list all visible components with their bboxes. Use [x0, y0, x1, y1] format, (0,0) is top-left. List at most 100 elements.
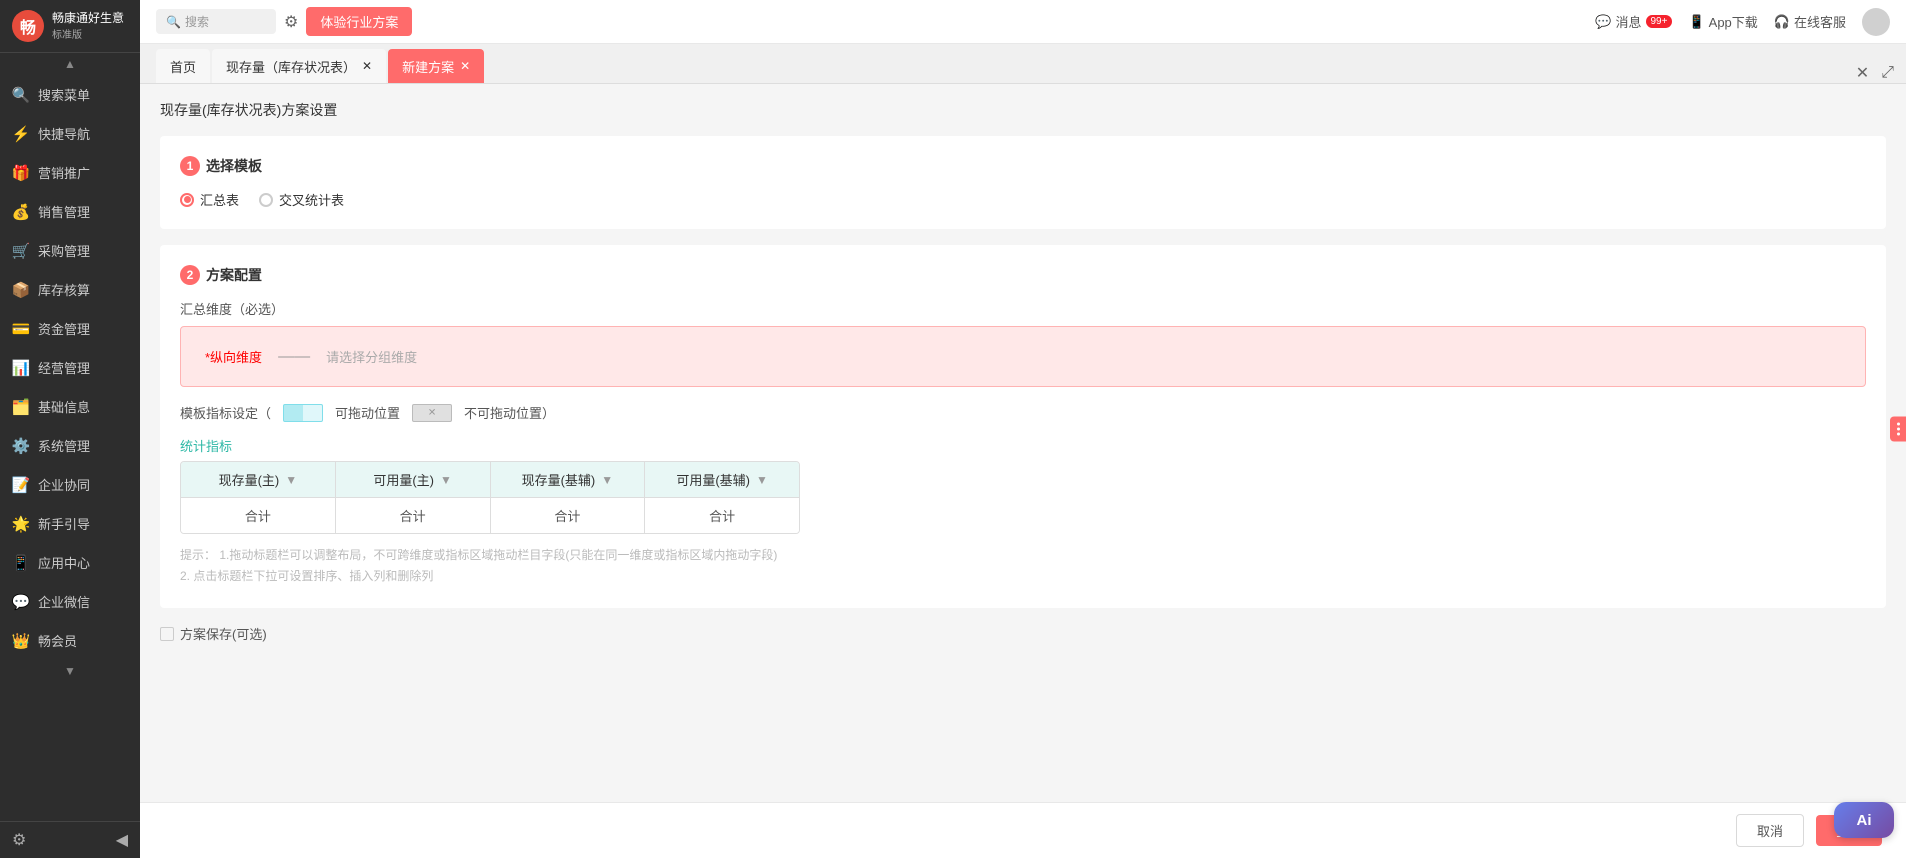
- stats-col-1-label: 可用量(主): [373, 470, 434, 489]
- tab-new-plan-close[interactable]: ✕: [460, 59, 470, 73]
- search-icon: 🔍: [166, 15, 181, 29]
- sidebar-item-basic[interactable]: 🗂️ 基础信息: [0, 387, 140, 426]
- app-download-item[interactable]: 📱 App下载: [1688, 12, 1757, 31]
- section2-title-text: 方案配置: [206, 265, 262, 285]
- cancel-button[interactable]: 取消: [1736, 814, 1804, 847]
- sidebar-item-label: 搜索菜单: [38, 85, 90, 104]
- radio-summary[interactable]: 汇总表: [180, 190, 239, 209]
- apps-icon: 📱: [12, 554, 30, 572]
- dimension-box[interactable]: *纵向维度 —— 请选择分组维度: [180, 326, 1866, 387]
- stats-col-3[interactable]: 可用量(基辅) ▼: [645, 462, 799, 497]
- template-radio-group: 汇总表 交叉统计表: [180, 190, 1866, 209]
- sidebar-item-enterprise[interactable]: 📝 企业协同: [0, 465, 140, 504]
- template-indicator-label2: 可拖动位置: [335, 403, 400, 422]
- tab-home[interactable]: 首页: [156, 49, 210, 83]
- section-select-template: 1 选择模板 汇总表 交叉统计表: [160, 136, 1886, 229]
- sidebar-item-search[interactable]: 🔍 搜索菜单: [0, 75, 140, 114]
- sidebar-item-member[interactable]: 👑 畅会员: [0, 621, 140, 660]
- tip-2: 2. 点击标题栏下拉可设置排序、插入列和删除列: [180, 567, 1866, 584]
- finance-icon: 💳: [12, 320, 30, 338]
- stats-col-2[interactable]: 现存量(基辅) ▼: [491, 462, 646, 497]
- topbar-right: 💬 消息 99+ 📱 App下载 🎧 在线客服: [1595, 8, 1890, 36]
- bottom-bar: 取消 查询: [140, 802, 1906, 858]
- sidebar-item-label: 畅会员: [38, 631, 77, 650]
- right-edge-dot-2: [1897, 428, 1900, 431]
- basic-icon: 🗂️: [12, 398, 30, 416]
- tabbar-controls: ✕ ⤢: [1852, 63, 1906, 83]
- sidebar-item-inventory[interactable]: 📦 库存核算: [0, 270, 140, 309]
- sidebar-item-label: 系统管理: [38, 436, 90, 455]
- radio-cross-label: 交叉统计表: [279, 190, 344, 209]
- radio-cross[interactable]: 交叉统计表: [259, 190, 344, 209]
- sidebar-item-apps[interactable]: 📱 应用中心: [0, 543, 140, 582]
- stats-cell-2: 合计: [491, 498, 646, 533]
- ai-fab-button[interactable]: Ai: [1834, 802, 1894, 838]
- step2-badge: 2: [180, 265, 200, 285]
- sidebar-item-wechat[interactable]: 💬 企业微信: [0, 582, 140, 621]
- save-option-label: 方案保存(可选): [180, 624, 267, 643]
- settings-icon[interactable]: ⚙: [12, 830, 26, 850]
- message-icon: 💬: [1595, 14, 1611, 30]
- chevron-down-icon-0: ▼: [285, 473, 297, 487]
- tab-inventory[interactable]: 现存量（库存状况表） ✕: [212, 49, 386, 83]
- tab-close-btn[interactable]: ✕: [1852, 63, 1873, 83]
- sidebar-item-shortcut[interactable]: ⚡ 快捷导航: [0, 114, 140, 153]
- tab-expand-btn[interactable]: ⤢: [1877, 64, 1898, 82]
- sidebar-item-management[interactable]: 📊 经营管理: [0, 348, 140, 387]
- tab-new-plan[interactable]: 新建方案 ✕: [388, 49, 484, 83]
- enterprise-icon: 📝: [12, 476, 30, 494]
- sidebar-item-purchase[interactable]: 🛒 采购管理: [0, 231, 140, 270]
- online-service-label: 在线客服: [1794, 12, 1846, 31]
- purchase-icon: 🛒: [12, 242, 30, 260]
- sidebar-item-label: 营销推广: [38, 163, 90, 182]
- search-placeholder: 搜索: [185, 13, 209, 30]
- gear-icon[interactable]: ⚙: [284, 12, 298, 32]
- tab-inventory-close[interactable]: ✕: [362, 59, 372, 73]
- bottom-save-option: 方案保存(可选): [160, 624, 1886, 643]
- template-indicator-label3: 不可拖动位置）: [464, 403, 555, 422]
- message-badge: 99+: [1646, 15, 1673, 28]
- dim-required-text: *纵向维度: [205, 347, 262, 366]
- stats-col-1[interactable]: 可用量(主) ▼: [336, 462, 491, 497]
- sidebar-item-marketing[interactable]: 🎁 营销推广: [0, 153, 140, 192]
- sidebar-item-label: 库存核算: [38, 280, 90, 299]
- app-version: 标准版: [52, 26, 124, 41]
- member-icon: 👑: [12, 632, 30, 650]
- tab-inventory-label: 现存量（库存状况表）: [226, 57, 356, 76]
- message-item[interactable]: 💬 消息 99+: [1595, 12, 1672, 31]
- user-avatar[interactable]: [1862, 8, 1890, 36]
- trial-btn[interactable]: 体验行业方案: [306, 7, 412, 36]
- inventory-icon: 📦: [12, 281, 30, 299]
- sidebar-logo: 畅 畅康通好生意 标准版: [0, 0, 140, 53]
- sidebar-item-label: 企业微信: [38, 592, 90, 611]
- sidebar-item-system[interactable]: ⚙️ 系统管理: [0, 426, 140, 465]
- dim-label: 汇总维度（必选）: [180, 299, 1866, 318]
- sidebar-item-sales[interactable]: 💰 销售管理: [0, 192, 140, 231]
- chevron-down-icon-1: ▼: [440, 473, 452, 487]
- app-logo-icon: 畅: [12, 10, 44, 42]
- sidebar-item-finance[interactable]: 💳 资金管理: [0, 309, 140, 348]
- system-icon: ⚙️: [12, 437, 30, 455]
- chevron-down-icon-2: ▼: [601, 473, 613, 487]
- stats-col-0[interactable]: 现存量(主) ▼: [181, 462, 336, 497]
- sidebar-item-label: 企业协同: [38, 475, 90, 494]
- sidebar-item-newbie[interactable]: 🌟 新手引导: [0, 504, 140, 543]
- sidebar: 畅 畅康通好生意 标准版 ▲ 🔍 搜索菜单 ⚡ 快捷导航 🎁 营销推广 💰 销售…: [0, 0, 140, 858]
- save-checkbox[interactable]: [160, 627, 174, 641]
- sidebar-scroll-down[interactable]: ▼: [0, 660, 140, 682]
- collapse-icon[interactable]: ◀: [116, 830, 128, 850]
- online-service-item[interactable]: 🎧 在线客服: [1774, 12, 1846, 31]
- step1-badge: 1: [180, 156, 200, 176]
- section1-title: 1 选择模板: [180, 156, 1866, 176]
- sidebar-scroll-up[interactable]: ▲: [0, 53, 140, 75]
- draggable-indicator: [283, 404, 323, 422]
- right-edge-dot-3: [1897, 433, 1900, 436]
- right-edge-tab[interactable]: [1890, 417, 1906, 442]
- tips-section: 提示： 1.拖动标题栏可以调整布局，不可跨维度或指标区域拖动栏目字段(只能在同一…: [180, 546, 1866, 584]
- shortcut-icon: ⚡: [12, 125, 30, 143]
- sidebar-item-label: 销售管理: [38, 202, 90, 221]
- app-name: 畅康通好生意: [52, 11, 124, 27]
- stats-label: 统计指标: [180, 436, 1866, 455]
- topbar-search-box[interactable]: 🔍 搜索: [156, 9, 276, 34]
- radio-summary-circle: [180, 193, 194, 207]
